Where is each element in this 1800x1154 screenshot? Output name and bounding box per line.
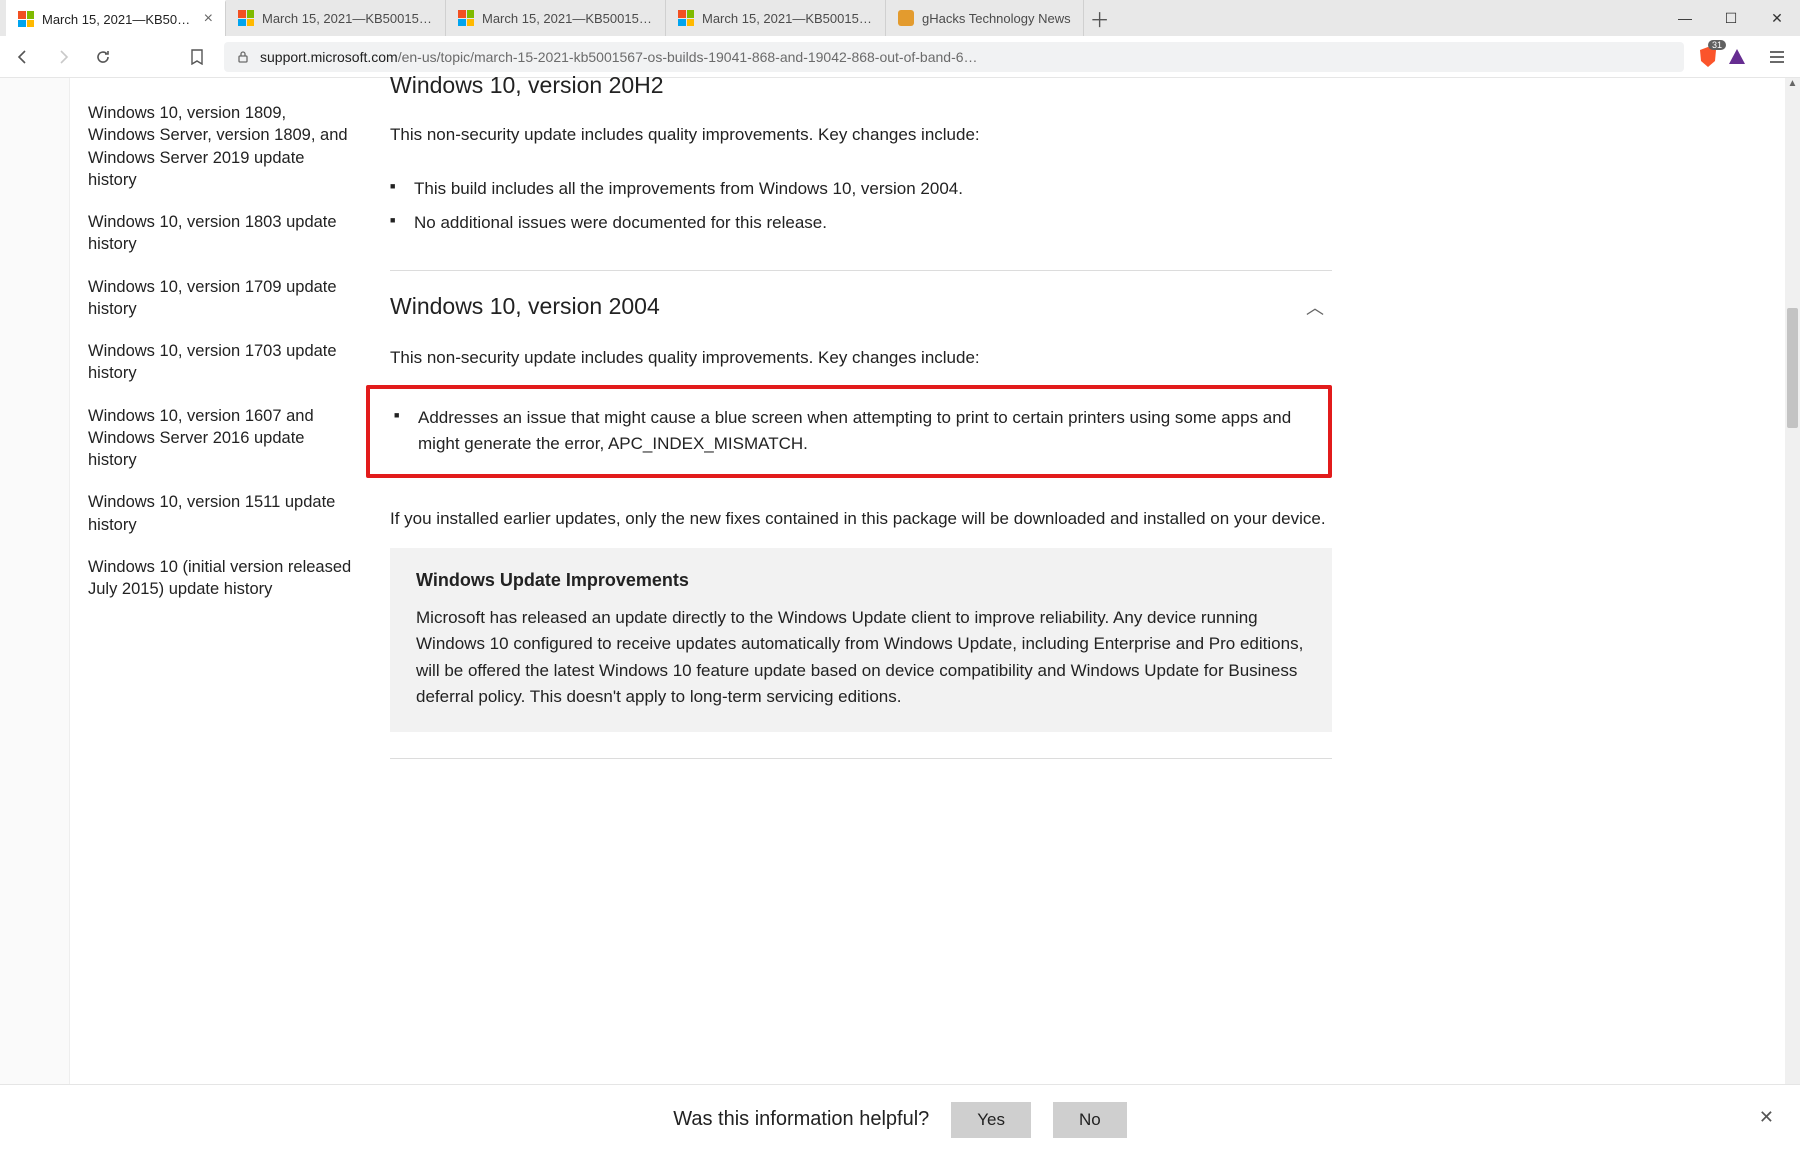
ms-favicon-icon [18, 11, 34, 27]
callout-title: Windows Update Improvements [416, 570, 1306, 605]
tab-title: gHacks Technology News [922, 11, 1071, 26]
tab-close-icon[interactable]: × [204, 10, 213, 28]
browser-tab[interactable]: gHacks Technology News [886, 0, 1084, 36]
left-margin [0, 78, 70, 1084]
section-intro: This non-security update includes qualit… [390, 105, 1332, 162]
url-text: support.microsoft.com/en-us/topic/march-… [260, 49, 978, 65]
browser-tab-strip: March 15, 2021—KB50015 × March 15, 2021—… [0, 0, 1800, 36]
section-heading-2004: Windows 10, version 2004 [390, 293, 660, 320]
tab-title: March 15, 2021—KB5001566 [262, 11, 433, 26]
window-controls: — ☐ ✕ [1662, 0, 1800, 36]
feedback-close-icon[interactable]: ✕ [1759, 1107, 1774, 1128]
tab-title: March 15, 2021—KB5001565 [702, 11, 873, 26]
scrollbar-thumb[interactable] [1787, 308, 1798, 428]
feedback-yes-button[interactable]: Yes [951, 1102, 1031, 1138]
bullet-item: This build includes all the improvements… [390, 176, 1332, 202]
bookmark-button[interactable] [184, 44, 210, 70]
callout-body: Microsoft has released an update directl… [416, 605, 1306, 710]
ghacks-favicon-icon [898, 10, 914, 26]
section-heading-20h2: Windows 10, version 20H2 [390, 72, 1332, 105]
scrollbar-arrow-up-icon[interactable]: ▲ [1785, 78, 1800, 93]
tab-title: March 15, 2021—KB5001568 [482, 11, 653, 26]
callout-box: Windows Update Improvements Microsoft ha… [390, 548, 1332, 732]
sidebar-item[interactable]: Windows 10, version 1709 update history [88, 266, 352, 331]
sidebar-nav: Windows 10, version 1809, Windows Server… [70, 78, 370, 1084]
browser-tab[interactable]: March 15, 2021—KB5001568 [446, 0, 666, 36]
brave-rewards-icon[interactable] [1728, 48, 1746, 66]
browser-tab[interactable]: March 15, 2021—KB5001565 [666, 0, 886, 36]
feedback-no-button[interactable]: No [1053, 1102, 1127, 1138]
annotation-highlight: Addresses an issue that might cause a bl… [366, 385, 1332, 478]
feedback-question: Was this information helpful? [673, 1108, 929, 1131]
article-main: Windows 10, version 20H2 This non-securi… [370, 78, 1360, 1084]
new-tab-button[interactable]: ＋ [1084, 0, 1116, 36]
menu-button[interactable] [1764, 44, 1790, 70]
shield-count-badge: 31 [1708, 40, 1726, 50]
browser-tab[interactable]: March 15, 2021—KB5001566 [226, 0, 446, 36]
window-close-button[interactable]: ✕ [1754, 0, 1800, 36]
section-divider [390, 758, 1332, 759]
sidebar-item[interactable]: Windows 10, version 1703 update history [88, 330, 352, 395]
page-scrollbar[interactable]: ▲ [1785, 78, 1800, 1084]
chevron-up-icon: ︿ [1306, 294, 1324, 320]
window-maximize-button[interactable]: ☐ [1708, 0, 1754, 36]
reload-button[interactable] [90, 44, 116, 70]
forward-button[interactable] [50, 44, 76, 70]
bullet-item-highlighted: Addresses an issue that might cause a bl… [394, 405, 1318, 458]
window-minimize-button[interactable]: — [1662, 0, 1708, 36]
bullet-list: This build includes all the improvements… [390, 162, 1332, 255]
bullet-item: No additional issues were documented for… [390, 210, 1332, 236]
ms-favicon-icon [458, 10, 474, 26]
lock-icon [236, 50, 250, 64]
page-content: Windows 10, version 1809, Windows Server… [0, 78, 1360, 1084]
feedback-bar: Was this information helpful? Yes No ✕ [0, 1084, 1800, 1154]
sidebar-item[interactable]: Windows 10, version 1511 update history [88, 481, 352, 546]
section-expander[interactable]: Windows 10, version 2004 ︿ [390, 271, 1332, 328]
section-intro: This non-security update includes qualit… [390, 328, 1332, 385]
brave-shields-icon[interactable]: 31 [1698, 46, 1718, 68]
followup-paragraph: If you installed earlier updates, only t… [390, 478, 1332, 548]
sidebar-item[interactable]: Windows 10, version 1607 and Windows Ser… [88, 395, 352, 482]
tab-title: March 15, 2021—KB50015 [42, 12, 192, 27]
back-button[interactable] [10, 44, 36, 70]
address-bar[interactable]: support.microsoft.com/en-us/topic/march-… [224, 42, 1684, 72]
sidebar-item[interactable]: Windows 10, version 1809, Windows Server… [88, 92, 352, 201]
ms-favicon-icon [238, 10, 254, 26]
ms-favicon-icon [678, 10, 694, 26]
browser-tab[interactable]: March 15, 2021—KB50015 × [6, 0, 226, 36]
sidebar-item[interactable]: Windows 10, version 1803 update history [88, 201, 352, 266]
sidebar-item[interactable]: Windows 10 (initial version released Jul… [88, 546, 352, 611]
